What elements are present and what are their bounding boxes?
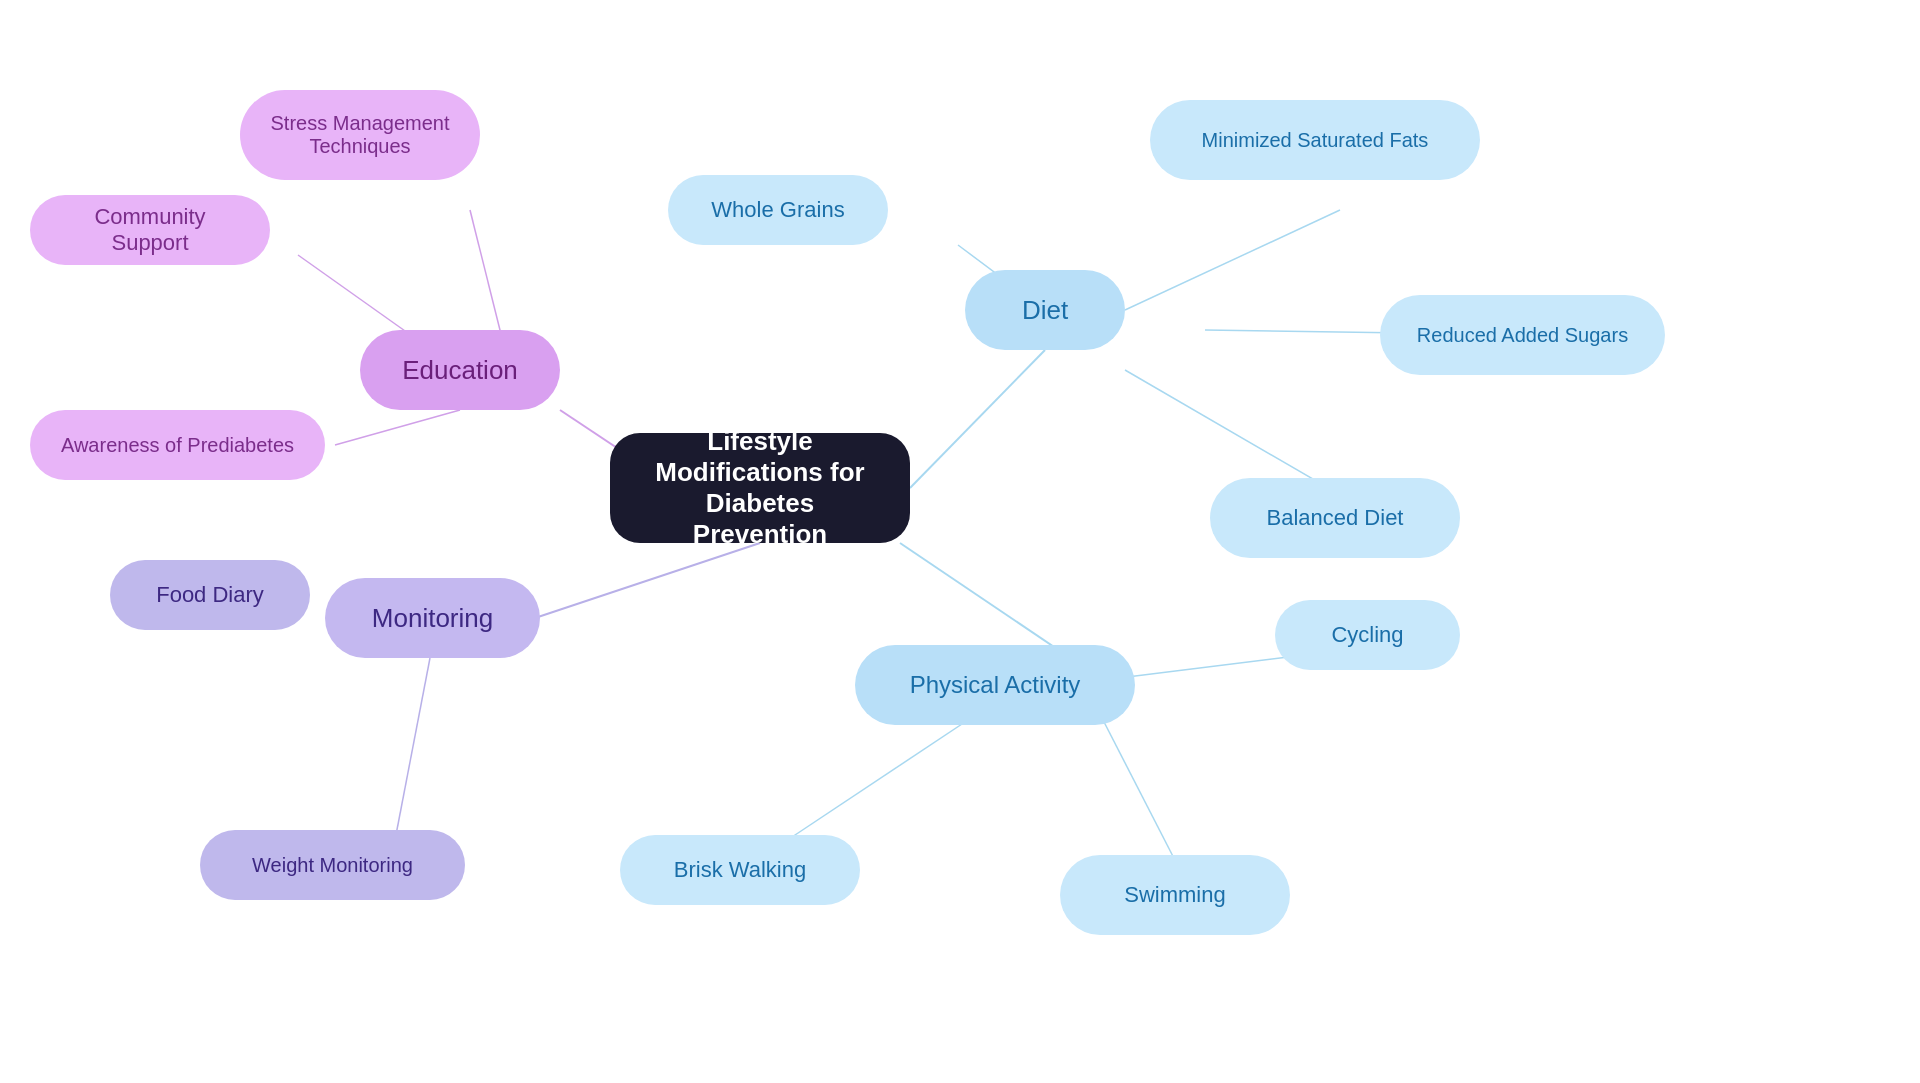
education-node: Education — [360, 330, 560, 410]
physical-activity-node: Physical Activity — [855, 645, 1135, 725]
svg-line-12 — [1103, 720, 1180, 870]
community-support-node: Community Support — [30, 195, 270, 265]
food-diary-node: Food Diary — [110, 560, 310, 630]
swimming-node: Swimming — [1060, 855, 1290, 935]
cycling-label: Cycling — [1331, 622, 1403, 648]
svg-line-8 — [1125, 210, 1340, 310]
whole-grains-node: Whole Grains — [668, 175, 888, 245]
stress-management-node: Stress ManagementTechniques — [240, 90, 480, 180]
svg-line-3 — [535, 543, 760, 618]
community-label: Community Support — [58, 204, 242, 256]
diet-label: Diet — [1022, 295, 1068, 326]
monitoring-node: Monitoring — [325, 578, 540, 658]
center-label: Lifestyle Modifications forDiabetes Prev… — [638, 426, 882, 550]
svg-line-13 — [780, 720, 968, 845]
brisk-walking-label: Brisk Walking — [674, 857, 806, 883]
brisk-walking-node: Brisk Walking — [620, 835, 860, 905]
stress-label: Stress ManagementTechniques — [271, 112, 450, 158]
minimized-saturated-fats-node: Minimized Saturated Fats — [1150, 100, 1480, 180]
education-label: Education — [402, 355, 518, 386]
svg-line-15 — [395, 658, 430, 840]
reduced-sugars-label: Reduced Added Sugars — [1417, 324, 1628, 347]
cycling-node: Cycling — [1275, 600, 1460, 670]
svg-line-6 — [335, 410, 460, 445]
reduced-added-sugars-node: Reduced Added Sugars — [1380, 295, 1665, 375]
weight-monitoring-node: Weight Monitoring — [200, 830, 465, 900]
awareness-label: Awareness of Prediabetes — [61, 434, 294, 457]
monitoring-label: Monitoring — [372, 603, 493, 634]
whole-grains-label: Whole Grains — [711, 197, 844, 223]
svg-line-1 — [910, 350, 1045, 488]
balanced-diet-label: Balanced Diet — [1267, 505, 1404, 531]
awareness-prediabetes-node: Awareness of Prediabetes — [30, 410, 325, 480]
weight-monitoring-label: Weight Monitoring — [252, 854, 413, 877]
physical-activity-label: Physical Activity — [910, 671, 1081, 699]
minimized-fats-label: Minimized Saturated Fats — [1202, 129, 1429, 152]
diet-node: Diet — [965, 270, 1125, 350]
swimming-label: Swimming — [1124, 882, 1225, 908]
balanced-diet-node: Balanced Diet — [1210, 478, 1460, 558]
food-diary-label: Food Diary — [156, 582, 264, 608]
center-node: Lifestyle Modifications forDiabetes Prev… — [610, 433, 910, 543]
